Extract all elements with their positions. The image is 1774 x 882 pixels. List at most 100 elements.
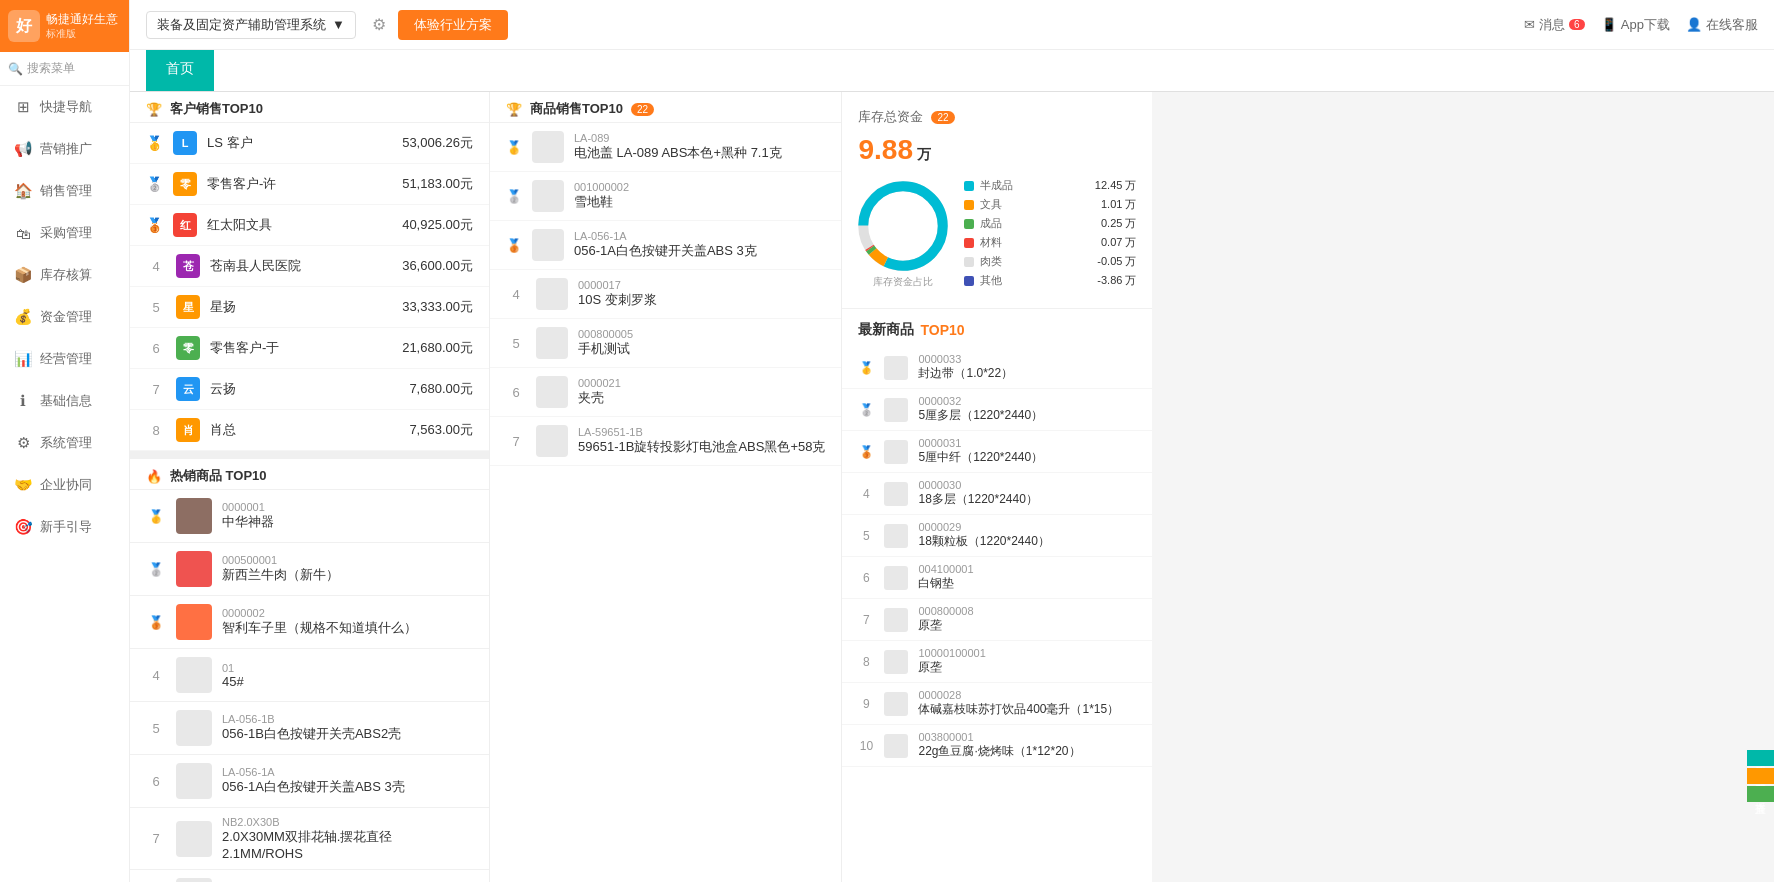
medal-icon: 🥉 xyxy=(146,615,166,630)
legend-item: 材料 0.07 万 xyxy=(964,235,1136,250)
legend-item: 半成品 12.45 万 xyxy=(964,178,1136,193)
message-icon: ✉ xyxy=(1524,17,1535,32)
new-product-img xyxy=(884,650,908,674)
chart-label: 库存资金占比 xyxy=(858,275,948,289)
hot-item: 4 01 45# xyxy=(130,649,489,702)
sidebar-item-guide[interactable]: 🎯 新手引导 xyxy=(0,506,129,548)
legend-dot xyxy=(964,276,974,286)
new-item: 🥉 0000031 5厘中纤（1220*2440） xyxy=(842,431,1152,473)
new-item: 5 0000029 18颗粒板（1220*2440） xyxy=(842,515,1152,557)
search-icon: 🔍 xyxy=(8,62,23,76)
medal-icon: 🥇 xyxy=(146,135,163,151)
sidebar-item-operations[interactable]: 📊 经营管理 xyxy=(0,338,129,380)
legend-item: 文具 1.01 万 xyxy=(964,197,1136,212)
customer-avatar: 零 xyxy=(176,336,200,360)
sidebar-item-quick-nav[interactable]: ⊞ 快捷导航 xyxy=(0,86,129,128)
product-img xyxy=(536,376,568,408)
new-item: 10 003800001 22g鱼豆腐·烧烤味（1*12*20） xyxy=(842,725,1152,767)
hot-product-img xyxy=(176,551,212,587)
sidebar-item-basic-info[interactable]: ℹ 基础信息 xyxy=(0,380,129,422)
rank-item: 8 肖 肖总 7,563.00元 xyxy=(130,410,489,451)
rank-item: 🥉 红 红太阳文具 40,925.00元 xyxy=(130,205,489,246)
product-rank-item: 5 000800005 手机测试 xyxy=(490,319,841,368)
rank-item: 7 云 云扬 7,680.00元 xyxy=(130,369,489,410)
trial-button[interactable]: 体验行业方案 xyxy=(398,10,508,40)
medal-icon: 🥇 xyxy=(146,509,166,524)
medal-icon: 🥉 xyxy=(858,445,874,459)
logo-text: 畅捷通好生意 标准版 xyxy=(46,12,118,41)
system-icon: ⚙ xyxy=(14,434,32,452)
system-selector[interactable]: 装备及固定资产辅助管理系统 ▼ xyxy=(146,11,356,39)
sidebar-item-finance[interactable]: 💰 资金管理 xyxy=(0,296,129,338)
medal-icon: 🥈 xyxy=(858,403,874,417)
customer-avatar: 肖 xyxy=(176,418,200,442)
inventory-section: 库存总资金 22 9.88 万 xyxy=(842,92,1152,309)
customer-ranking-header: 🏆 客户销售TOP10 xyxy=(130,92,489,123)
service-community-button[interactable]: 服务社区 xyxy=(1747,768,1774,784)
tab-home[interactable]: 首页 xyxy=(146,50,214,91)
new-product-img xyxy=(884,482,908,506)
customer-avatar: 星 xyxy=(176,295,200,319)
new-product-img xyxy=(884,398,908,422)
new-item: 6 004100001 白钢垫 xyxy=(842,557,1152,599)
medal-icon: 🥉 xyxy=(146,217,163,233)
sidebar-logo: 好 畅捷通好生意 标准版 xyxy=(0,0,129,52)
main-container: 装备及固定资产辅助管理系统 ▼ ⚙ 体验行业方案 ✉ 消息 6 📱 App下载 … xyxy=(130,0,1774,882)
content-area: 🏆 客户销售TOP10 🥇 L LS 客户 53,006.26元 xyxy=(130,92,1774,882)
new-product-img xyxy=(884,356,908,380)
livestream-button[interactable]: 直播 xyxy=(1747,786,1774,802)
hot-item: 5 LA-056-1B 056-1B白色按键开关壳ABS2壳 xyxy=(130,702,489,755)
legend-dot xyxy=(964,257,974,267)
customer-avatar: L xyxy=(173,131,197,155)
hot-item: 6 LA-056-1A 056-1A白色按键开关盖ABS 3壳 xyxy=(130,755,489,808)
trophy-icon: 🏆 xyxy=(506,102,522,117)
medal-icon: 🥇 xyxy=(858,361,874,375)
hot-product-img xyxy=(176,821,212,857)
service-icon: 👤 xyxy=(1686,17,1702,32)
operations-icon: 📊 xyxy=(14,350,32,368)
product-rank-item: 🥉 LA-056-1A 056-1A白色按键开关盖ABS 3克 xyxy=(490,221,841,270)
inventory-chart-container: 库存资金占比 半成品 12.45 万 文具 xyxy=(858,178,1136,292)
sidebar-item-marketing[interactable]: 📢 营销推广 xyxy=(0,128,129,170)
sidebar-item-collab[interactable]: 🤝 企业协同 xyxy=(0,464,129,506)
new-item: 4 0000030 18多层（1220*2440） xyxy=(842,473,1152,515)
inventory-total: 9.88 万 xyxy=(858,134,1136,166)
sidebar-item-inventory[interactable]: 📦 库存核算 xyxy=(0,254,129,296)
sidebar-item-purchase[interactable]: 🛍 采购管理 xyxy=(0,212,129,254)
settings-icon[interactable]: ⚙ xyxy=(372,15,386,34)
message-badge: 6 xyxy=(1569,19,1585,30)
app-download-item[interactable]: 📱 App下载 xyxy=(1601,16,1670,34)
donut-chart xyxy=(858,181,948,271)
medal-icon: 🥈 xyxy=(146,562,166,577)
inventory-badge: 22 xyxy=(931,111,954,124)
hot-item: 🥈 000500001 新西兰牛肉（新牛） xyxy=(130,543,489,596)
donut-svg xyxy=(858,181,948,271)
rank-item: 6 零 零售客户-于 21,680.00元 xyxy=(130,328,489,369)
sidebar-search[interactable]: 🔍 搜索菜单 xyxy=(0,52,129,86)
product-img xyxy=(532,180,564,212)
product-count-badge: 22 xyxy=(631,103,654,116)
new-products-section: 最新商品 TOP10 🥇 0000033 封边带（1.0*22） xyxy=(842,309,1152,767)
online-service-item[interactable]: 👤 在线客服 xyxy=(1686,16,1758,34)
home-icon: ⊞ xyxy=(14,98,32,116)
product-rank-item: 🥈 001000002 雪地鞋 xyxy=(490,172,841,221)
customer-service-button[interactable]: 客服热线 xyxy=(1747,750,1774,766)
message-item[interactable]: ✉ 消息 6 xyxy=(1524,16,1585,34)
hot-product-img xyxy=(176,604,212,640)
legend-item: 成品 0.25 万 xyxy=(964,216,1136,231)
product-rank-item: 7 LA-59651-1B 59651-1B旋转投影灯电池盒ABS黑色+58克 xyxy=(490,417,841,466)
legend-dot xyxy=(964,219,974,229)
product-rank-item: 6 0000021 夹壳 xyxy=(490,368,841,417)
product-rank-item: 🥇 LA-089 电池盖 LA-089 ABS本色+黑种 7.1克 xyxy=(490,123,841,172)
customer-avatar: 云 xyxy=(176,377,200,401)
product-img xyxy=(536,425,568,457)
right-panel: 库存总资金 22 9.88 万 xyxy=(842,92,1152,882)
sidebar-item-sales[interactable]: 🏠 销售管理 xyxy=(0,170,129,212)
logo-icon: 好 xyxy=(8,10,40,42)
customer-ranking-list: 🥇 L LS 客户 53,006.26元 🥈 零 零售客户-许 51,183.0… xyxy=(130,123,489,451)
float-support: 客服热线 服务社区 直播 xyxy=(1747,750,1774,802)
rank-item: 5 星 星扬 33,333.00元 xyxy=(130,287,489,328)
sidebar-item-system[interactable]: ⚙ 系统管理 xyxy=(0,422,129,464)
hot-products-section: 🔥 热销商品 TOP10 🥇 0000001 中华神器 xyxy=(130,451,489,882)
legend-dot xyxy=(964,181,974,191)
